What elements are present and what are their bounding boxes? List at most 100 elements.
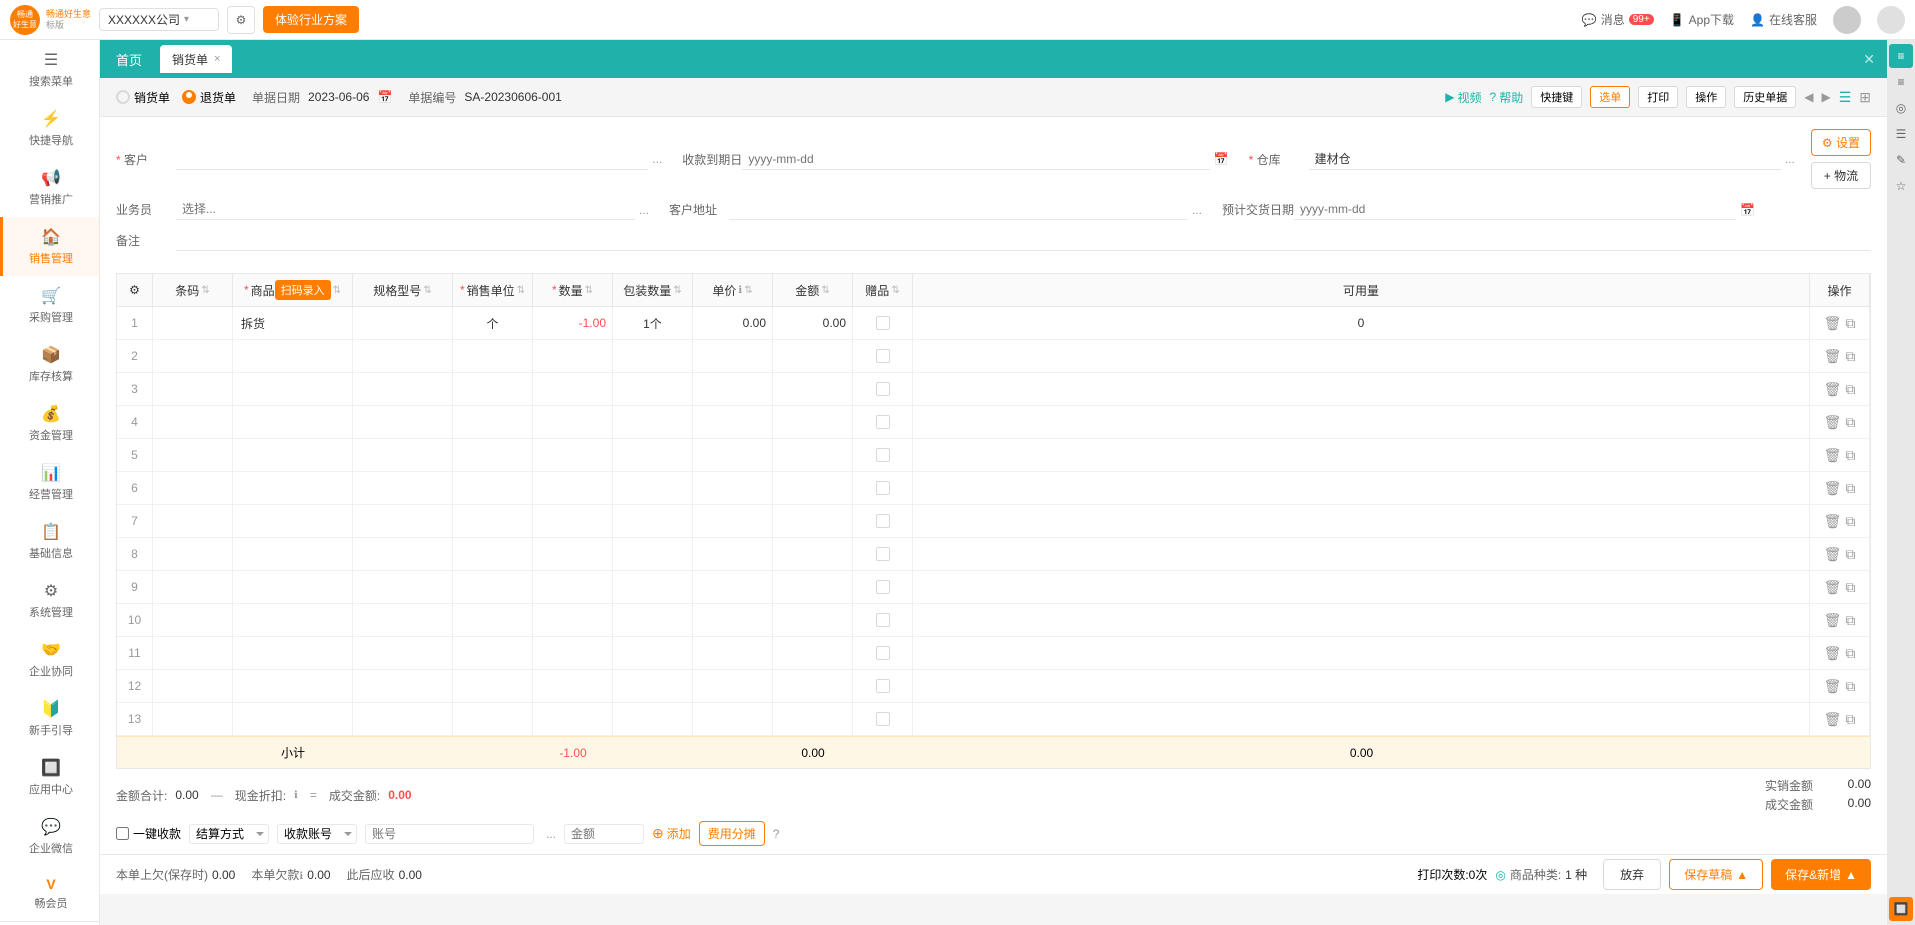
- td-amount[interactable]: [773, 670, 853, 702]
- rp-btn-2[interactable]: ≡: [1889, 70, 1913, 94]
- amount-sort-icon[interactable]: ⇅: [821, 285, 829, 296]
- copy-row-btn[interactable]: ⧉: [1845, 315, 1855, 332]
- td-barcode[interactable]: [153, 703, 233, 735]
- td-barcode[interactable]: [153, 472, 233, 504]
- td-price[interactable]: [693, 472, 773, 504]
- td-spec[interactable]: [353, 703, 453, 735]
- radio-return-order[interactable]: 退货单: [182, 89, 236, 106]
- td-price[interactable]: [693, 505, 773, 537]
- gift-checkbox[interactable]: [876, 481, 890, 495]
- price-sort-icon[interactable]: ⇅: [744, 285, 752, 296]
- sidebar-item-marketing[interactable]: 📢 营销推广: [0, 158, 99, 217]
- td-barcode[interactable]: [153, 340, 233, 372]
- unit-sort-icon[interactable]: ⇅: [517, 285, 525, 296]
- tab-sales-order[interactable]: 销货单 ×: [160, 45, 232, 73]
- tab-close-icon[interactable]: ×: [214, 53, 220, 65]
- rp-btn-6[interactable]: ☆: [1889, 174, 1913, 198]
- discount-info-icon[interactable]: ℹ: [294, 790, 298, 801]
- video-link[interactable]: ▶ 视频: [1445, 89, 1481, 106]
- rp-btn-1[interactable]: ≡: [1889, 44, 1913, 68]
- td-unit[interactable]: [453, 340, 533, 372]
- delete-row-btn[interactable]: 🗑: [1824, 678, 1842, 695]
- delete-row-btn[interactable]: 🗑: [1824, 546, 1842, 563]
- copy-row-btn[interactable]: ⧉: [1845, 579, 1855, 596]
- td-pkgqty[interactable]: [613, 505, 693, 537]
- td-qty[interactable]: [533, 571, 613, 603]
- td-gift[interactable]: [853, 538, 913, 570]
- td-spec[interactable]: [353, 406, 453, 438]
- td-qty[interactable]: [533, 439, 613, 471]
- copy-row-btn[interactable]: ⧉: [1845, 711, 1855, 728]
- abandon-button[interactable]: 放弃: [1603, 859, 1661, 890]
- td-product[interactable]: [233, 340, 353, 372]
- td-amount[interactable]: [773, 637, 853, 669]
- gift-checkbox[interactable]: [876, 514, 890, 528]
- settings-icon-btn[interactable]: ⚙: [227, 6, 255, 34]
- td-qty[interactable]: [533, 373, 613, 405]
- copy-row-btn[interactable]: ⧉: [1845, 381, 1855, 398]
- td-unit[interactable]: [453, 703, 533, 735]
- add-button[interactable]: ⊕ 添加: [652, 825, 691, 842]
- sidebar-item-purchase[interactable]: 🛒 采购管理: [0, 276, 99, 335]
- td-qty[interactable]: [533, 703, 613, 735]
- td-qty[interactable]: -1.00: [533, 307, 613, 339]
- td-gift[interactable]: [853, 505, 913, 537]
- td-price[interactable]: [693, 670, 773, 702]
- copy-row-btn[interactable]: ⧉: [1845, 447, 1855, 464]
- account-number-input[interactable]: [365, 824, 534, 844]
- delete-row-btn[interactable]: 🗑: [1824, 414, 1842, 431]
- td-barcode[interactable]: [153, 505, 233, 537]
- td-amount[interactable]: [773, 340, 853, 372]
- barcode-input[interactable]: [157, 679, 228, 693]
- td-pkgqty[interactable]: [613, 340, 693, 372]
- gift-checkbox[interactable]: [876, 382, 890, 396]
- history-btn[interactable]: 历史单据: [1734, 86, 1796, 108]
- sidebar-item-wechat[interactable]: 💬 企业微信: [0, 807, 99, 866]
- td-amount[interactable]: [773, 439, 853, 471]
- th-settings[interactable]: ⚙: [117, 274, 153, 306]
- td-spec[interactable]: [353, 604, 453, 636]
- grid-view-icon[interactable]: ⊞: [1859, 89, 1871, 106]
- td-product[interactable]: [233, 505, 353, 537]
- gift-checkbox[interactable]: [876, 547, 890, 561]
- td-gift[interactable]: [853, 439, 913, 471]
- copy-row-btn[interactable]: ⧉: [1845, 513, 1855, 530]
- td-spec[interactable]: [353, 538, 453, 570]
- td-gift[interactable]: [853, 340, 913, 372]
- payment-calendar-icon[interactable]: 📅: [1214, 152, 1229, 166]
- rp-btn-4[interactable]: ☰: [1889, 122, 1913, 146]
- rp-btn-5[interactable]: ✎: [1889, 148, 1913, 172]
- operation-btn[interactable]: 操作: [1686, 86, 1726, 108]
- td-gift[interactable]: [853, 637, 913, 669]
- td-price[interactable]: [693, 439, 773, 471]
- rp-btn-7[interactable]: 🔲: [1889, 897, 1913, 921]
- td-unit[interactable]: [453, 538, 533, 570]
- td-barcode[interactable]: [153, 439, 233, 471]
- td-pkgqty[interactable]: 1个: [613, 307, 693, 339]
- td-product[interactable]: [233, 637, 353, 669]
- td-spec[interactable]: [353, 439, 453, 471]
- td-amount[interactable]: [773, 406, 853, 438]
- owed-info-icon[interactable]: ℹ: [299, 871, 303, 882]
- td-qty[interactable]: [533, 670, 613, 702]
- td-qty[interactable]: [533, 505, 613, 537]
- td-pkgqty[interactable]: [613, 571, 693, 603]
- copy-row-btn[interactable]: ⧉: [1845, 546, 1855, 563]
- user-avatar[interactable]: [1833, 6, 1861, 34]
- td-spec[interactable]: [353, 505, 453, 537]
- td-unit[interactable]: 个: [453, 307, 533, 339]
- print-btn[interactable]: 打印: [1638, 86, 1678, 108]
- one-click-payment-check[interactable]: 一键收款: [116, 825, 181, 842]
- td-qty[interactable]: [533, 637, 613, 669]
- gift-checkbox[interactable]: [876, 448, 890, 462]
- td-barcode[interactable]: [153, 538, 233, 570]
- td-spec[interactable]: [353, 637, 453, 669]
- gift-checkbox[interactable]: [876, 316, 890, 330]
- barcode-input[interactable]: [157, 613, 228, 627]
- td-spec[interactable]: [353, 670, 453, 702]
- copy-row-btn[interactable]: ⧉: [1845, 414, 1855, 431]
- expected-calendar-icon[interactable]: 📅: [1740, 203, 1755, 217]
- online-service-btn[interactable]: 👤 在线客服: [1750, 11, 1817, 28]
- sidebar-item-sales[interactable]: 🏠 销售管理: [0, 217, 99, 276]
- sidebar-item-guide[interactable]: 🔰 新手引导: [0, 689, 99, 748]
